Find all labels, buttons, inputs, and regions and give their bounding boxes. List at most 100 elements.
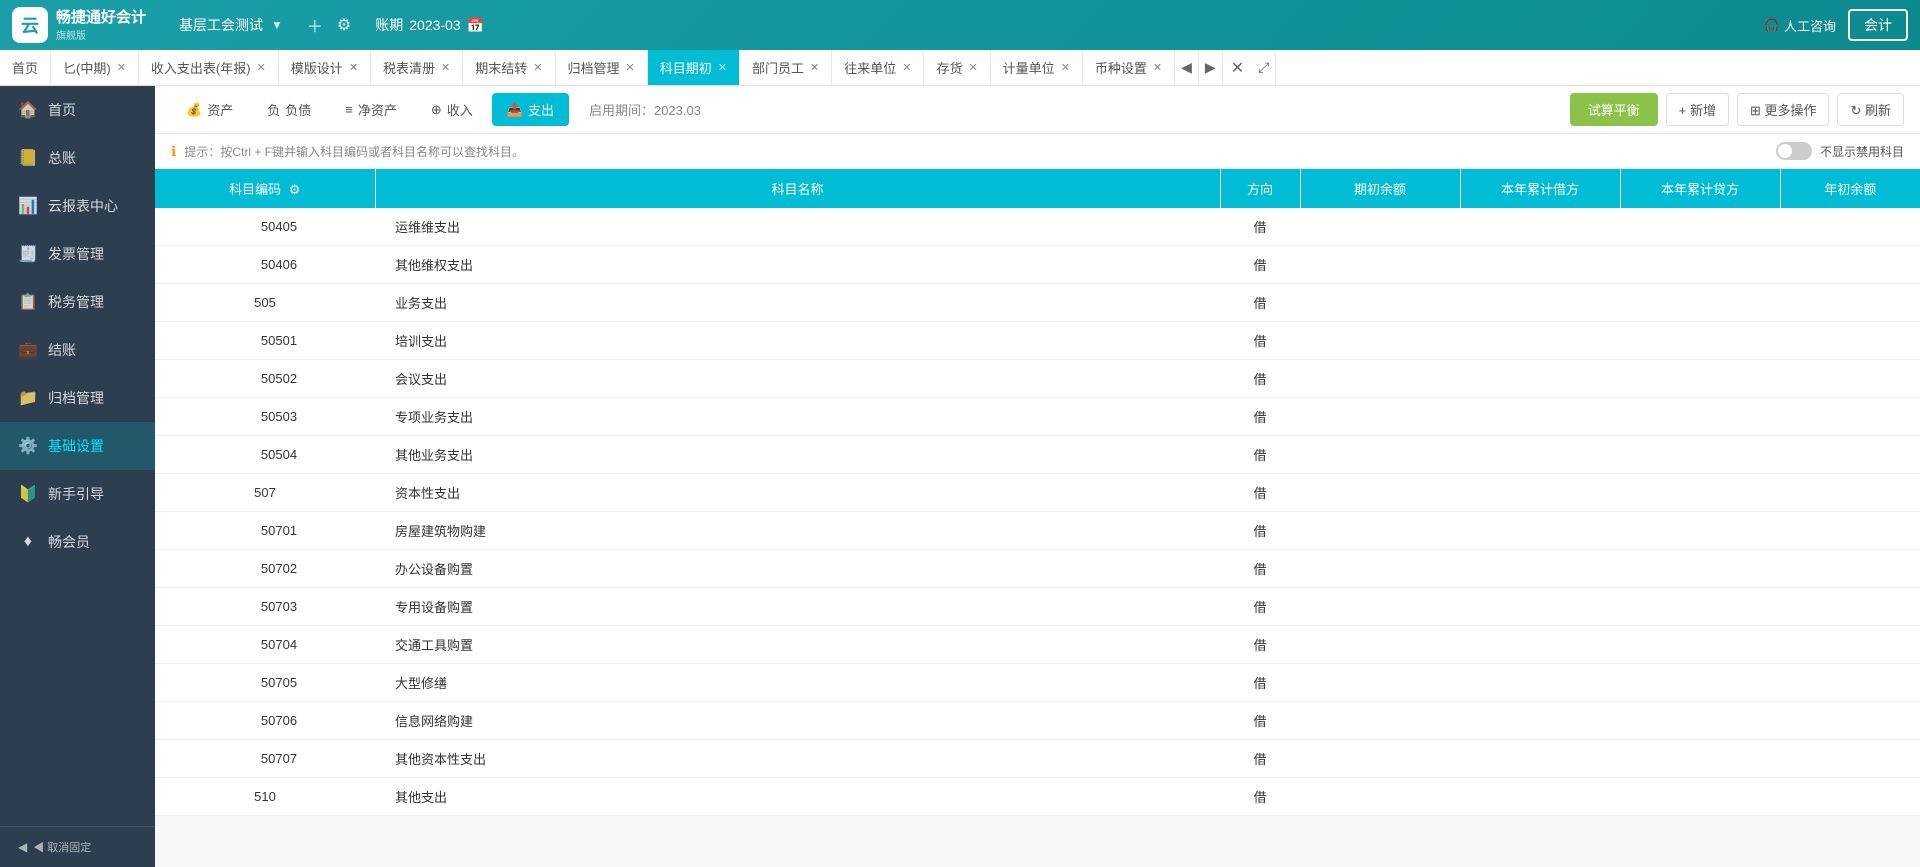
- sidebar-item-reports[interactable]: 📊 云报表中心: [0, 182, 155, 230]
- tab-unit[interactable]: 计量单位 ✕: [991, 50, 1083, 85]
- member-icon: ♦: [18, 533, 38, 551]
- column-settings-icon[interactable]: ⚙: [289, 182, 301, 198]
- table-row[interactable]: 50707 其他资本性支出 借: [155, 740, 1920, 778]
- toggle-label: 不显示禁用科目: [1820, 143, 1904, 160]
- sidebar-item-ledger[interactable]: 📒 总账: [0, 134, 155, 182]
- settings-icon[interactable]: ⚙: [333, 11, 355, 39]
- table-row[interactable]: 50501 培训支出 借: [155, 322, 1920, 360]
- table-row[interactable]: 50405 运维维支出 借: [155, 208, 1920, 246]
- add-button[interactable]: + 新增: [1666, 93, 1729, 126]
- period-display: 启用期间：2023.03: [589, 100, 701, 119]
- close-icon[interactable]: ✕: [968, 61, 977, 74]
- cell-year-credit: [1620, 474, 1780, 512]
- close-icon[interactable]: ✕: [626, 61, 635, 74]
- sidebar-item-invoice[interactable]: 🧾 发票管理: [0, 230, 155, 278]
- sub-tab-assets[interactable]: 💰 资产: [171, 93, 248, 126]
- sidebar-item-archive[interactable]: 📁 归档管理: [0, 374, 155, 422]
- close-icon[interactable]: ✕: [117, 61, 126, 74]
- cell-year-debit: [1460, 246, 1620, 284]
- trial-balance-button[interactable]: 试算平衡: [1570, 93, 1658, 126]
- content-area: 💰 资产 负 负债 ≡ 净资产 ⊕ 收入 📤 支出 启用期间：2023.03 试…: [155, 86, 1920, 867]
- tab-template[interactable]: 模版设计 ✕: [279, 50, 371, 85]
- cell-year-debit: [1460, 588, 1620, 626]
- toggle-track[interactable]: [1776, 142, 1812, 160]
- table-row[interactable]: 50502 会议支出 借: [155, 360, 1920, 398]
- tab-expand-icon[interactable]: ⤢: [1252, 50, 1276, 85]
- sidebar-item-guide[interactable]: 🔰 新手引导: [0, 470, 155, 518]
- tab-partner[interactable]: 往来单位 ✕: [832, 50, 924, 85]
- account-button[interactable]: 会计: [1848, 9, 1908, 41]
- expense-icon: 📤: [507, 102, 523, 118]
- table-row[interactable]: 50702 办公设备购置 借: [155, 550, 1920, 588]
- tab-inventory[interactable]: 存货 ✕: [924, 50, 990, 85]
- tab-nav-next[interactable]: ▶: [1199, 50, 1223, 85]
- table-row[interactable]: 50503 专项业务支出 借: [155, 398, 1920, 436]
- tab-home[interactable]: 首页: [0, 50, 51, 85]
- close-icon[interactable]: ✕: [1061, 61, 1070, 74]
- table-row[interactable]: 50706 信息网络购建 借: [155, 702, 1920, 740]
- close-icon[interactable]: ✕: [349, 61, 358, 74]
- customer-service-btn[interactable]: 🎧 人工咨询: [1764, 16, 1836, 35]
- sub-tab-liabilities[interactable]: 负 负债: [252, 93, 326, 126]
- calendar-icon[interactable]: 📅: [467, 17, 484, 34]
- sidebar-item-settings[interactable]: ⚙️ 基础设置: [0, 422, 155, 470]
- table-row[interactable]: 50504 其他业务支出 借: [155, 436, 1920, 474]
- headset-icon: 🎧: [1764, 17, 1780, 33]
- close-icon[interactable]: ✕: [810, 61, 819, 74]
- table-row[interactable]: 50406 其他维权支出 借: [155, 246, 1920, 284]
- close-icon[interactable]: ✕: [533, 61, 542, 74]
- tab-interim[interactable]: 匕(中期) ✕: [51, 50, 139, 85]
- tab-period-end[interactable]: 期末结转 ✕: [463, 50, 555, 85]
- cell-dir: 借: [1220, 740, 1300, 778]
- cell-year-credit: [1620, 550, 1780, 588]
- tab-currency[interactable]: 币种设置 ✕: [1083, 50, 1175, 85]
- sub-tab-net-assets[interactable]: ≡ 净资产: [330, 93, 412, 126]
- period-value: 2023-03: [409, 17, 460, 33]
- cell-period-bal: [1300, 512, 1460, 550]
- table-row[interactable]: 50703 专用设备购置 借: [155, 588, 1920, 626]
- tab-tax[interactable]: 税表清册 ✕: [371, 50, 463, 85]
- close-icon[interactable]: ✕: [441, 61, 450, 74]
- tab-dept[interactable]: 部门员工 ✕: [740, 50, 832, 85]
- sidebar-item-home[interactable]: 🏠 首页: [0, 86, 155, 134]
- sidebar-label-tax: 税务管理: [48, 292, 104, 312]
- sidebar-item-close[interactable]: 💼 结账: [0, 326, 155, 374]
- cell-name: 其他支出: [375, 778, 1220, 816]
- cell-year-debit: [1460, 436, 1620, 474]
- cell-dir: 借: [1220, 474, 1300, 512]
- cell-year-bal: [1780, 664, 1920, 702]
- table-row[interactable]: 505 业务支出 借: [155, 284, 1920, 322]
- close-icon[interactable]: ✕: [257, 61, 266, 74]
- close-icon[interactable]: ✕: [1153, 61, 1162, 74]
- table-row[interactable]: 507 资本性支出 借: [155, 474, 1920, 512]
- close-icon[interactable]: ✕: [718, 61, 727, 74]
- table-row[interactable]: 50701 房屋建筑物购建 借: [155, 512, 1920, 550]
- cell-year-credit: [1620, 778, 1780, 816]
- table-row[interactable]: 50705 大型修缮 借: [155, 664, 1920, 702]
- tab-nav-prev[interactable]: ◀: [1175, 50, 1199, 85]
- add-project-icon[interactable]: ＋: [303, 9, 327, 41]
- cell-period-bal: [1300, 740, 1460, 778]
- table-row[interactable]: 50704 交通工具购置 借: [155, 626, 1920, 664]
- tab-subject-init[interactable]: 科目期初 ✕: [648, 50, 740, 85]
- more-actions-button[interactable]: ⊞ 更多操作: [1737, 93, 1830, 126]
- cell-period-bal: [1300, 246, 1460, 284]
- cell-name: 其他资本性支出: [375, 740, 1220, 778]
- tab-income[interactable]: 收入支出表(年报) ✕: [139, 50, 279, 85]
- sidebar-item-member[interactable]: ♦ 畅会员: [0, 518, 155, 566]
- table-row[interactable]: 510 其他支出 借: [155, 778, 1920, 816]
- sub-tab-expense[interactable]: 📤 支出: [492, 93, 569, 126]
- home-icon: 🏠: [18, 100, 38, 120]
- sidebar-collapse-btn[interactable]: ◀ ◀ 取消固定: [0, 826, 155, 867]
- tab-archive[interactable]: 归档管理 ✕: [556, 50, 648, 85]
- sub-tab-income[interactable]: ⊕ 收入: [416, 93, 488, 126]
- cell-year-bal: [1780, 588, 1920, 626]
- refresh-button[interactable]: ↻ 刷新: [1837, 93, 1904, 126]
- chevron-down-icon[interactable]: ▼: [271, 18, 283, 32]
- cell-dir: 借: [1220, 588, 1300, 626]
- close-icon[interactable]: ✕: [902, 61, 911, 74]
- tab-close-all[interactable]: ✕: [1223, 50, 1252, 85]
- cell-year-bal: [1780, 512, 1920, 550]
- sidebar-item-tax[interactable]: 📋 税务管理: [0, 278, 155, 326]
- toggle-disabled-subjects[interactable]: 不显示禁用科目: [1776, 142, 1904, 160]
